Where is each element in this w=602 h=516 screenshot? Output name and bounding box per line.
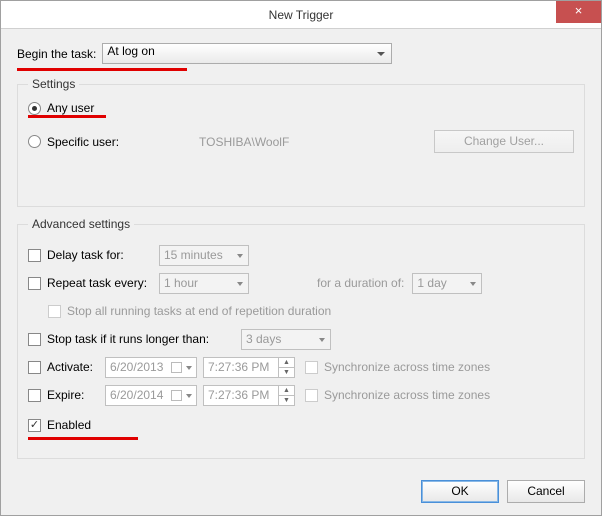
settings-fieldset: Settings Any user Specific user: TOSHIBA… bbox=[17, 77, 585, 207]
delay-task-select[interactable]: 15 minutes bbox=[159, 245, 249, 266]
sync-tz-activate-checkbox bbox=[305, 361, 318, 374]
repeat-task-value: 1 hour bbox=[164, 276, 198, 290]
time-spinner[interactable]: ▲▼ bbox=[278, 386, 294, 405]
any-user-label: Any user bbox=[47, 101, 94, 115]
stop-all-label: Stop all running tasks at end of repetit… bbox=[67, 304, 331, 318]
settings-legend: Settings bbox=[28, 77, 79, 91]
activate-time-input[interactable]: 7:27:36 PM ▲▼ bbox=[203, 357, 295, 378]
enabled-checkbox[interactable] bbox=[28, 419, 41, 432]
delay-task-label: Delay task for: bbox=[47, 248, 159, 262]
time-spinner[interactable]: ▲▼ bbox=[278, 358, 294, 377]
delay-task-value: 15 minutes bbox=[164, 248, 223, 262]
calendar-icon bbox=[171, 390, 182, 401]
stop-if-select[interactable]: 3 days bbox=[241, 329, 331, 350]
duration-select[interactable]: 1 day bbox=[412, 273, 482, 294]
activate-label: Activate: bbox=[47, 360, 105, 374]
change-user-button[interactable]: Change User... bbox=[434, 130, 574, 153]
stop-all-checkbox bbox=[48, 305, 61, 318]
close-button[interactable]: × bbox=[556, 1, 601, 23]
repeat-task-select[interactable]: 1 hour bbox=[159, 273, 249, 294]
activate-time-value: 7:27:36 PM bbox=[208, 360, 269, 374]
delay-task-checkbox[interactable] bbox=[28, 249, 41, 262]
specific-user-label: Specific user: bbox=[47, 135, 119, 149]
begin-the-task-label: Begin the task: bbox=[17, 47, 96, 61]
expire-time-input[interactable]: 7:27:36 PM ▲▼ bbox=[203, 385, 295, 406]
activate-date-value: 6/20/2013 bbox=[110, 360, 163, 374]
expire-date-input[interactable]: 6/20/2014 bbox=[105, 385, 197, 406]
cancel-button[interactable]: Cancel bbox=[507, 480, 585, 503]
sync-tz-expire-label: Synchronize across time zones bbox=[324, 388, 490, 402]
enabled-label: Enabled bbox=[47, 418, 91, 432]
activate-date-input[interactable]: 6/20/2013 bbox=[105, 357, 197, 378]
window-title: New Trigger bbox=[1, 1, 601, 29]
stop-if-checkbox[interactable] bbox=[28, 333, 41, 346]
titlebar: New Trigger × bbox=[1, 1, 601, 29]
any-user-radio[interactable] bbox=[28, 102, 41, 115]
expire-time-value: 7:27:36 PM bbox=[208, 388, 269, 402]
highlight-underline bbox=[28, 115, 106, 118]
sync-tz-expire-checkbox bbox=[305, 389, 318, 402]
ok-button[interactable]: OK bbox=[421, 480, 499, 503]
advanced-settings-legend: Advanced settings bbox=[28, 217, 134, 231]
activate-checkbox[interactable] bbox=[28, 361, 41, 374]
new-trigger-dialog: New Trigger × Begin the task: At log on … bbox=[0, 0, 602, 516]
repeat-task-checkbox[interactable] bbox=[28, 277, 41, 290]
highlight-underline bbox=[17, 68, 187, 71]
expire-label: Expire: bbox=[47, 388, 105, 402]
duration-label: for a duration of: bbox=[317, 276, 404, 290]
stop-if-label: Stop task if it runs longer than: bbox=[47, 332, 241, 346]
specific-user-radio[interactable] bbox=[28, 135, 41, 148]
repeat-task-label: Repeat task every: bbox=[47, 276, 159, 290]
advanced-settings-fieldset: Advanced settings Delay task for: 15 min… bbox=[17, 217, 585, 459]
calendar-icon bbox=[171, 362, 182, 373]
sync-tz-activate-label: Synchronize across time zones bbox=[324, 360, 490, 374]
stop-if-value: 3 days bbox=[246, 332, 281, 346]
begin-the-task-select[interactable]: At log on bbox=[102, 43, 392, 64]
begin-the-task-value: At log on bbox=[107, 44, 154, 58]
highlight-underline bbox=[28, 437, 138, 440]
duration-value: 1 day bbox=[417, 276, 446, 290]
expire-checkbox[interactable] bbox=[28, 389, 41, 402]
expire-date-value: 6/20/2014 bbox=[110, 388, 163, 402]
specific-user-value: TOSHIBA\WoolF bbox=[199, 135, 289, 149]
